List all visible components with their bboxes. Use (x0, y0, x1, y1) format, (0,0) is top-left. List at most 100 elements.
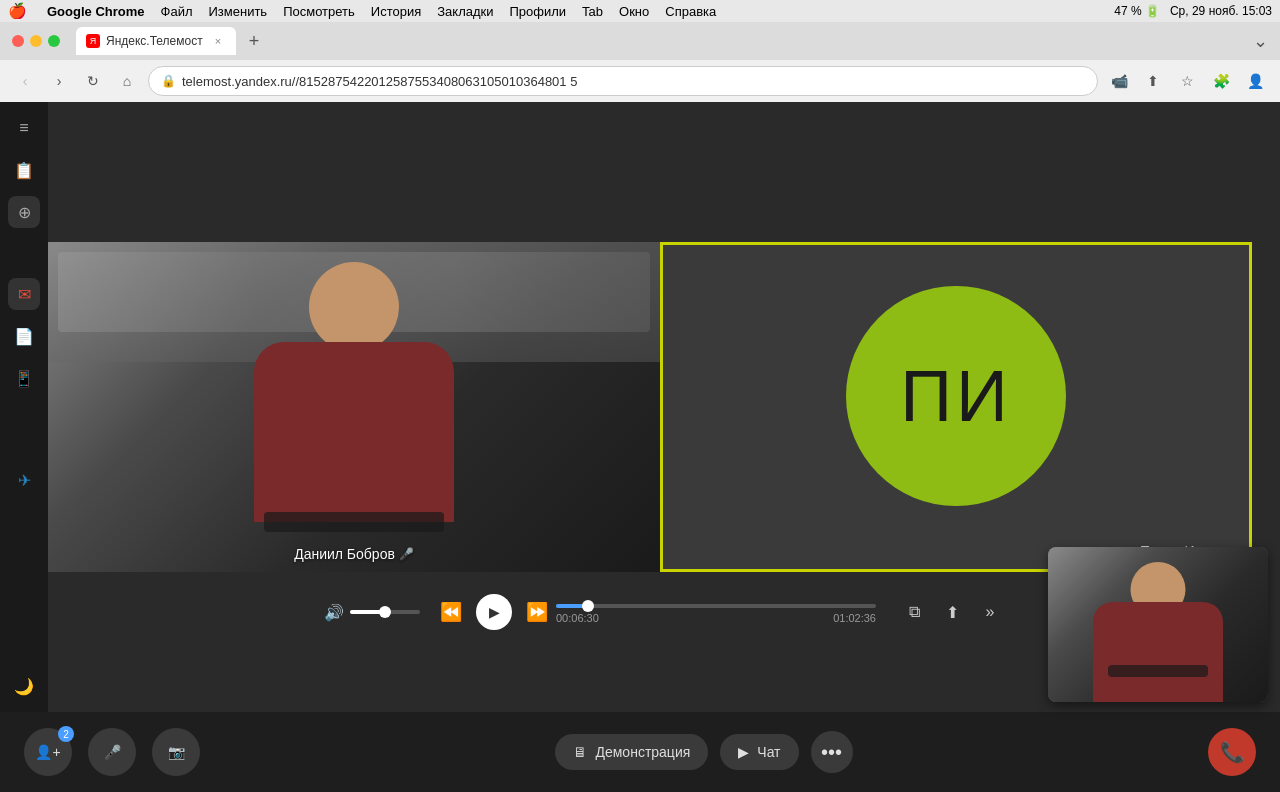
skip-forward-button[interactable]: ⏩ (526, 601, 548, 623)
ssl-lock-icon: 🔒 (161, 74, 176, 88)
main-participant-name: Даниил Бобров (294, 546, 395, 562)
close-button[interactable] (12, 35, 24, 47)
add-participant-button[interactable]: 👤+ 2 (24, 728, 72, 776)
menu-edit[interactable]: Изменить (208, 4, 267, 19)
url-text: telemost.yandex.ru//81528754220125875534… (182, 74, 577, 89)
extra-buttons: ⧉ ⬆ » (900, 598, 1004, 626)
share-link-button[interactable]: ⬆ (938, 598, 966, 626)
menu-view[interactable]: Посмотреть (283, 4, 355, 19)
main-video-bg (48, 242, 660, 572)
avatar-initials: ПИ (900, 355, 1012, 437)
app-name[interactable]: Google Chrome (47, 4, 145, 19)
camera-button[interactable]: 📷 (152, 728, 200, 776)
video-area: Даниил Бобров 🎤 ПИ Павел Ивонин 🔊 (48, 102, 1280, 712)
chat-icon: ▶ (738, 744, 749, 760)
progress-area: 00:06:30 01:02:36 (556, 604, 876, 624)
more-options-bottom-button[interactable]: ••• (811, 731, 853, 773)
playback-btn-group: ⏪ ▶ ⏩ (440, 594, 548, 630)
main-content: ≡ 📋 ⊕ ✉ 📄 📱 ✈ 🌙 (0, 102, 1280, 712)
menu-profiles[interactable]: Профили (509, 4, 566, 19)
playback-buttons-row: ⏪ ▶ ⏩ 00:06:30 01:02:36 (440, 594, 1004, 630)
titlebar: Я Яндекс.Телемост × + ⌄ (0, 22, 1280, 60)
microphone-icon: 🎤 (104, 744, 121, 760)
extensions-icon[interactable]: 🧩 (1208, 68, 1234, 94)
menu-bookmarks[interactable]: Закладки (437, 4, 493, 19)
menu-file[interactable]: Файл (161, 4, 193, 19)
macos-menubar: 🍎 Google Chrome Файл Изменить Посмотреть… (0, 0, 1280, 22)
forward-button[interactable]: › (46, 68, 72, 94)
chat-button[interactable]: ▶ Чат (720, 734, 798, 770)
volume-slider[interactable] (350, 610, 420, 614)
minimize-button[interactable] (30, 35, 42, 47)
more-options-button[interactable]: » (976, 598, 1004, 626)
tab-favicon: Я (86, 34, 100, 48)
progress-bar[interactable] (556, 604, 876, 608)
menu-history[interactable]: История (371, 4, 421, 19)
microphone-button[interactable]: 🎤 (88, 728, 136, 776)
bottom-left-controls: 👤+ 2 🎤 📷 (24, 728, 200, 776)
share-icon[interactable]: ⬆ (1140, 68, 1166, 94)
address-bar[interactable]: 🔒 telemost.yandex.ru//815287542201258755… (148, 66, 1098, 96)
apple-menu[interactable]: 🍎 (8, 2, 27, 20)
volume-icon[interactable]: 🔊 (324, 603, 344, 622)
cast-icon[interactable]: 📹 (1106, 68, 1132, 94)
person-head (309, 262, 399, 352)
tab-close-button[interactable]: × (210, 33, 226, 49)
main-video-label: Даниил Бобров 🎤 (294, 546, 414, 562)
tab-bar: Я Яндекс.Телемост × + (76, 27, 1245, 55)
sidebar-icon-4[interactable]: 📄 (8, 320, 40, 352)
end-call-icon: 📞 (1220, 740, 1245, 764)
sidebar-icon-2[interactable]: 📋 (8, 154, 40, 186)
end-call-button[interactable]: 📞 (1208, 728, 1256, 776)
menubar-right: 47 % 🔋 Ср, 29 нояб. 15:03 (1114, 4, 1272, 18)
back-button[interactable]: ‹ (12, 68, 38, 94)
datetime: Ср, 29 нояб. 15:03 (1170, 4, 1272, 18)
main-video-panel: Даниил Бобров 🎤 (48, 242, 660, 572)
skip-back-button[interactable]: ⏪ (440, 601, 462, 623)
video-top-space (48, 102, 1280, 242)
demo-label: Демонстрация (595, 744, 690, 760)
profile-icon[interactable]: 👤 (1242, 68, 1268, 94)
reload-button[interactable]: ↻ (80, 68, 106, 94)
tab-title: Яндекс.Телемост (106, 34, 203, 48)
sidebar-icon-mail[interactable]: ✉ (8, 278, 40, 310)
participant-count-badge: 2 (58, 726, 74, 742)
chat-label: Чат (757, 744, 780, 760)
demo-button[interactable]: 🖥 Демонстрация (555, 734, 708, 770)
navbar: ‹ › ↻ ⌂ 🔒 telemost.yandex.ru//8152875422… (0, 60, 1280, 102)
sidebar-telegram[interactable]: ✈ (8, 464, 40, 496)
more-icon: ••• (821, 741, 842, 764)
sidebar-icon-5[interactable]: 📱 (8, 362, 40, 394)
demo-icon: 🖥 (573, 744, 587, 760)
window-collapse-button[interactable]: ⌄ (1253, 30, 1268, 52)
sidebar-icon-bottom[interactable]: 🌙 (8, 670, 40, 702)
bottom-bar: 👤+ 2 🎤 📷 🖥 Демонстрация ▶ Чат ••• (0, 712, 1280, 792)
mini-person-body (1093, 602, 1223, 702)
mini-video-bg (1048, 547, 1268, 702)
maximize-button[interactable] (48, 35, 60, 47)
person-body (254, 342, 454, 522)
sidebar-icon-3[interactable]: ⊕ (8, 196, 40, 228)
progress-times: 00:06:30 01:02:36 (556, 612, 876, 624)
menu-tab[interactable]: Tab (582, 4, 603, 19)
navbar-actions: 📹 ⬆ ☆ 🧩 👤 (1106, 68, 1268, 94)
menu-help[interactable]: Справка (665, 4, 716, 19)
playback-controls: ⏪ ▶ ⏩ (440, 594, 548, 630)
current-time: 00:06:30 (556, 612, 599, 624)
volume-thumb (379, 606, 391, 618)
sidebar-icon-1[interactable]: ≡ (8, 112, 40, 144)
video-row: Даниил Бобров 🎤 ПИ Павел Ивонин (48, 242, 1280, 572)
active-tab[interactable]: Я Яндекс.Телемост × (76, 27, 236, 55)
main-mic-icon: 🎤 (399, 547, 414, 561)
share-screen-ctrl-button[interactable]: ⧉ (900, 598, 928, 626)
progress-thumb (582, 600, 594, 612)
bookmark-icon[interactable]: ☆ (1174, 68, 1200, 94)
home-button[interactable]: ⌂ (114, 68, 140, 94)
menu-window[interactable]: Окно (619, 4, 649, 19)
battery-status: 47 % 🔋 (1114, 4, 1160, 18)
play-button[interactable]: ▶ (476, 594, 512, 630)
new-tab-button[interactable]: + (240, 27, 268, 55)
second-video-panel: ПИ Павел Ивонин (660, 242, 1252, 572)
volume-area: 🔊 (324, 603, 420, 622)
mini-video-thumbnail (1048, 547, 1268, 702)
